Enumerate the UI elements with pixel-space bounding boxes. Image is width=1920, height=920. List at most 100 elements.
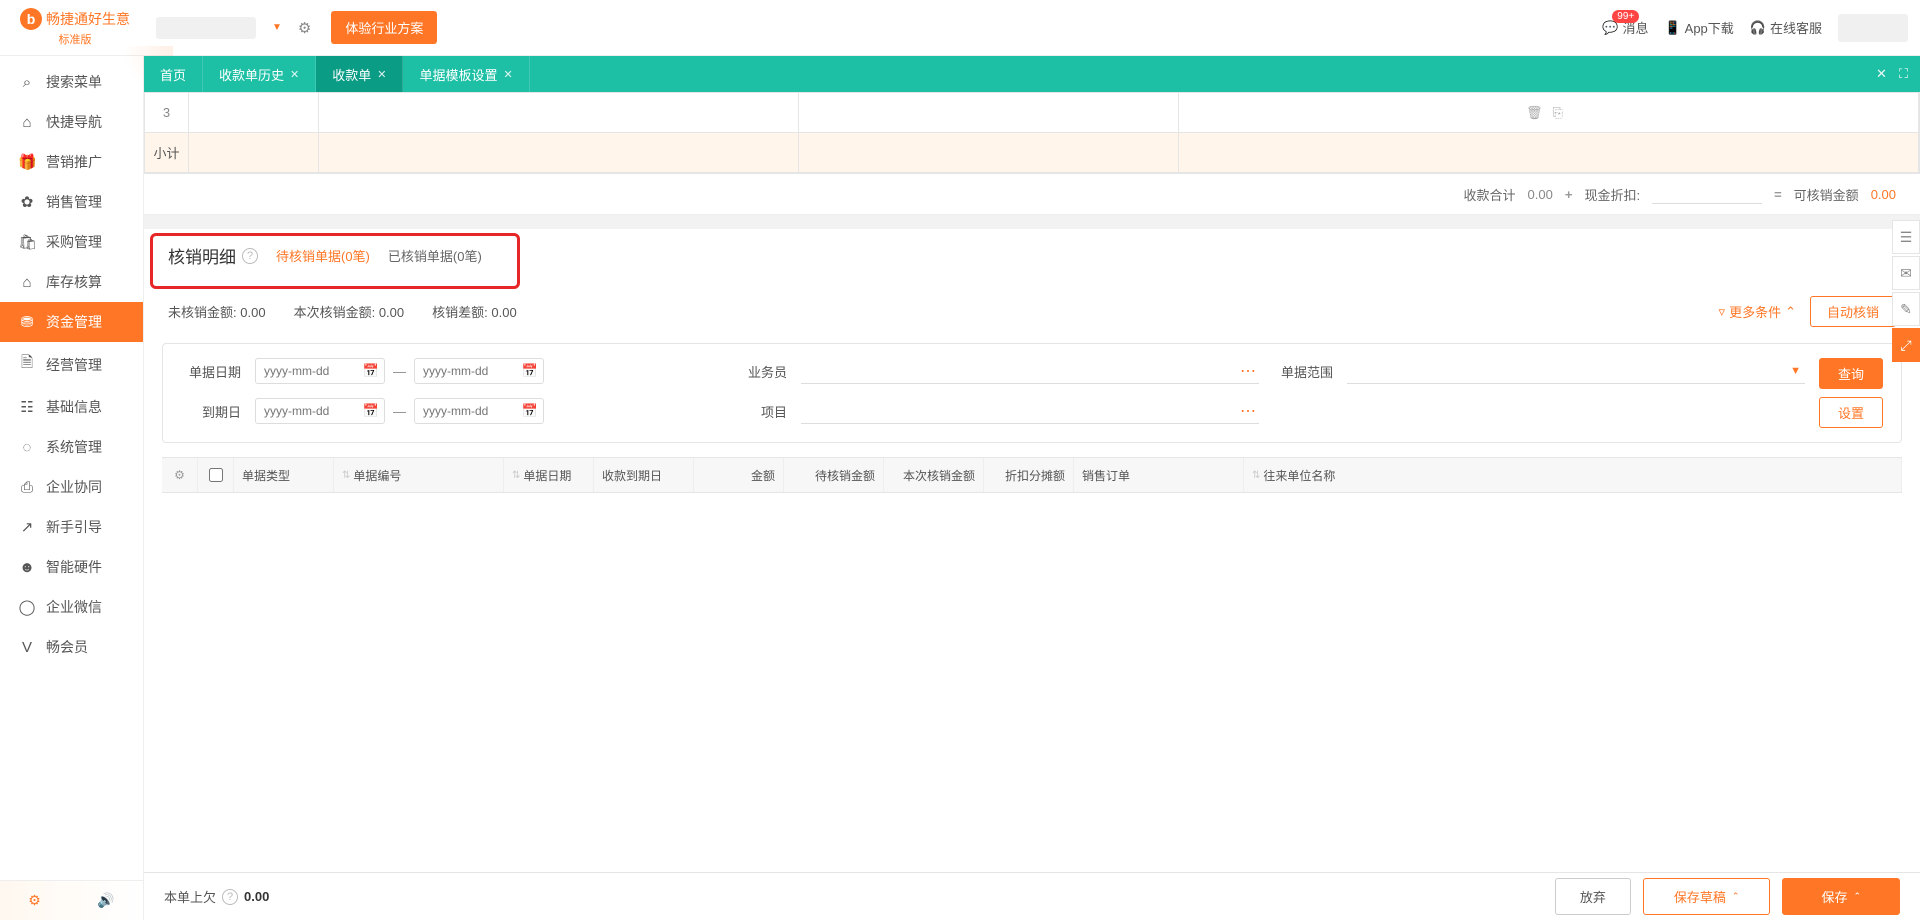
close-icon[interactable]: ✕ (504, 68, 513, 81)
col-pending-amount[interactable]: 待核销金额 (784, 458, 884, 492)
rail-item-1[interactable]: ☰ (1892, 220, 1920, 254)
scope-input[interactable] (1347, 359, 1805, 384)
sidebar-item-13[interactable]: ◯ 企业微信 (0, 587, 143, 627)
footer-bar: 本单上欠 ? 0.00 放弃 保存草稿⌃ 保存⌃ (144, 872, 1920, 920)
col-amount[interactable]: 金额 (694, 458, 784, 492)
messages-link[interactable]: 💬 99+ 消息 (1602, 18, 1648, 37)
rail-item-2[interactable]: ✉ (1892, 256, 1920, 290)
nav-icon: V (18, 639, 36, 656)
doc-date-from-input[interactable] (255, 358, 385, 384)
balance-value: 0.00 (244, 889, 269, 904)
tab-pending-writeoff[interactable]: 待核销单据(0笔) (276, 246, 370, 265)
col-party-name[interactable]: ⇅往来单位名称 (1244, 458, 1902, 492)
ellipsis-icon[interactable]: ⋯ (1240, 361, 1255, 381)
main-area: 首页收款单历史✕收款单✕单据模板设置✕ ✕ ⛶ 3 🗑 ⎘ (144, 56, 1920, 920)
subtotal-label: 小计 (145, 133, 189, 173)
sidebar-item-14[interactable]: V畅会员 (0, 627, 143, 667)
save-draft-button[interactable]: 保存草稿⌃ (1643, 878, 1771, 915)
col-due-date[interactable]: 收款到期日 (594, 458, 694, 492)
save-button[interactable]: 保存⌃ (1782, 878, 1900, 915)
col-doc-date[interactable]: ⇅单据日期 (504, 458, 594, 492)
help-icon[interactable]: ? (222, 889, 238, 905)
settings-gear-icon[interactable]: ⚙ (298, 19, 311, 37)
doc-date-label: 单据日期 (181, 362, 241, 381)
project-input[interactable] (801, 399, 1259, 424)
query-button[interactable]: 查询 (1819, 358, 1883, 389)
nav-label: 资金管理 (46, 312, 102, 332)
col-doc-number[interactable]: ⇅单据编号 (334, 458, 504, 492)
nav-label: 基础信息 (46, 397, 102, 417)
cash-discount-input[interactable] (1652, 184, 1762, 204)
plus-sign: + (1565, 187, 1573, 202)
sidebar-item-0[interactable]: ⌕搜索菜单 (0, 62, 143, 102)
rail-item-4[interactable]: ⤢ (1892, 328, 1920, 362)
content: 3 🗑 ⎘ 小计 (144, 92, 1920, 920)
app-download-link[interactable]: 📱 App下载 (1664, 18, 1733, 37)
col-doc-type[interactable]: 单据类型 (234, 458, 334, 492)
tab-0[interactable]: 首页 (144, 56, 203, 92)
sidebar-item-2[interactable]: 🎁营销推广 (0, 142, 143, 182)
chevron-down-icon[interactable]: ▼ (1790, 365, 1801, 377)
tab-1[interactable]: 收款单历史✕ (203, 56, 316, 92)
delete-row-icon[interactable]: 🗑 (1526, 105, 1543, 121)
tab-3[interactable]: 单据模板设置✕ (403, 56, 529, 92)
close-icon[interactable]: ✕ (290, 68, 299, 81)
discard-button[interactable]: 放弃 (1555, 878, 1631, 915)
sidebar-footer: ⚙ 🔊 (0, 880, 143, 920)
logo-block[interactable]: b 畅捷通好生意 标准版 (12, 8, 138, 47)
copy-row-icon[interactable]: ⎘ (1553, 105, 1563, 121)
select-all-checkbox[interactable] (198, 458, 234, 492)
close-icon[interactable]: ✕ (377, 68, 386, 81)
cell-empty[interactable] (189, 93, 319, 133)
chevron-up-icon: ⌃ (1785, 304, 1796, 320)
auto-writeoff-button[interactable]: 自动核销 (1810, 296, 1896, 327)
tabs-close-all-icon[interactable]: ✕ (1876, 66, 1887, 82)
nav-icon: ◯ (18, 598, 36, 616)
more-conditions-toggle[interactable]: ▿ 更多条件 ⌃ (1719, 302, 1796, 321)
filter-settings-button[interactable]: 设置 (1819, 397, 1883, 428)
sidebar-item-11[interactable]: ↗新手引导 (0, 507, 143, 547)
due-date-to-input[interactable] (414, 398, 544, 424)
sidebar-sound-icon[interactable]: 🔊 (97, 892, 114, 909)
nav-label: 经营管理 (46, 355, 102, 375)
sidebar-item-6[interactable]: ⛃资金管理 (0, 302, 143, 342)
sidebar-item-8[interactable]: ☷基础信息 (0, 387, 143, 427)
sidebar-item-7[interactable]: 🗎经营管理 (0, 342, 143, 387)
sidebar-gear-icon[interactable]: ⚙ (28, 892, 41, 909)
header-right: 💬 99+ 消息 📱 App下载 🎧 在线客服 (1602, 14, 1908, 42)
tab-done-writeoff[interactable]: 已核销单据(0笔) (388, 246, 482, 265)
nav-label: 企业微信 (46, 597, 102, 617)
sidebar-item-3[interactable]: ✿销售管理 (0, 182, 143, 222)
sidebar-item-5[interactable]: ⌂库存核算 (0, 262, 143, 302)
tab-2[interactable]: 收款单✕ (316, 56, 403, 92)
col-this-writeoff[interactable]: 本次核销金额 (884, 458, 984, 492)
cell-empty[interactable] (799, 93, 1179, 133)
online-service-link[interactable]: 🎧 在线客服 (1750, 18, 1822, 37)
due-date-from-input[interactable] (255, 398, 385, 424)
this-writeoff-amount: 本次核销金额: 0.00 (294, 302, 405, 321)
ellipsis-icon[interactable]: ⋯ (1240, 401, 1255, 421)
salesperson-input[interactable] (801, 359, 1259, 384)
tabs-expand-icon[interactable]: ⛶ (1899, 66, 1908, 82)
sidebar-item-1[interactable]: ⌂快捷导航 (0, 102, 143, 142)
nav-icon: ⌕ (18, 74, 36, 91)
table-gear-icon[interactable]: ⚙ (162, 458, 198, 492)
sidebar-item-4[interactable]: 🛍采购管理 (0, 222, 143, 262)
logo-text: 畅捷通好生意 (46, 9, 130, 29)
company-selector[interactable] (156, 17, 256, 39)
col-sales-order[interactable]: 销售订单 (1074, 458, 1244, 492)
sidebar-item-10[interactable]: ⎙企业协同 (0, 467, 143, 507)
cell-empty[interactable] (319, 93, 799, 133)
user-avatar[interactable] (1838, 14, 1908, 42)
col-discount-share[interactable]: 折扣分摊额 (984, 458, 1074, 492)
sidebar-item-9[interactable]: ◌系统管理 (0, 427, 143, 467)
nav-icon: ⌂ (18, 274, 36, 291)
experience-industry-button[interactable]: 体验行业方案 (331, 11, 437, 44)
doc-date-to-input[interactable] (414, 358, 544, 384)
rail-item-3[interactable]: ✎ (1892, 292, 1920, 326)
sidebar-item-12[interactable]: ☻智能硬件 (0, 547, 143, 587)
help-icon[interactable]: ? (242, 248, 258, 264)
receipt-total-value: 0.00 (1528, 187, 1553, 202)
salesperson-label: 业务员 (727, 362, 787, 381)
company-caret-icon[interactable]: ▼ (272, 22, 282, 33)
